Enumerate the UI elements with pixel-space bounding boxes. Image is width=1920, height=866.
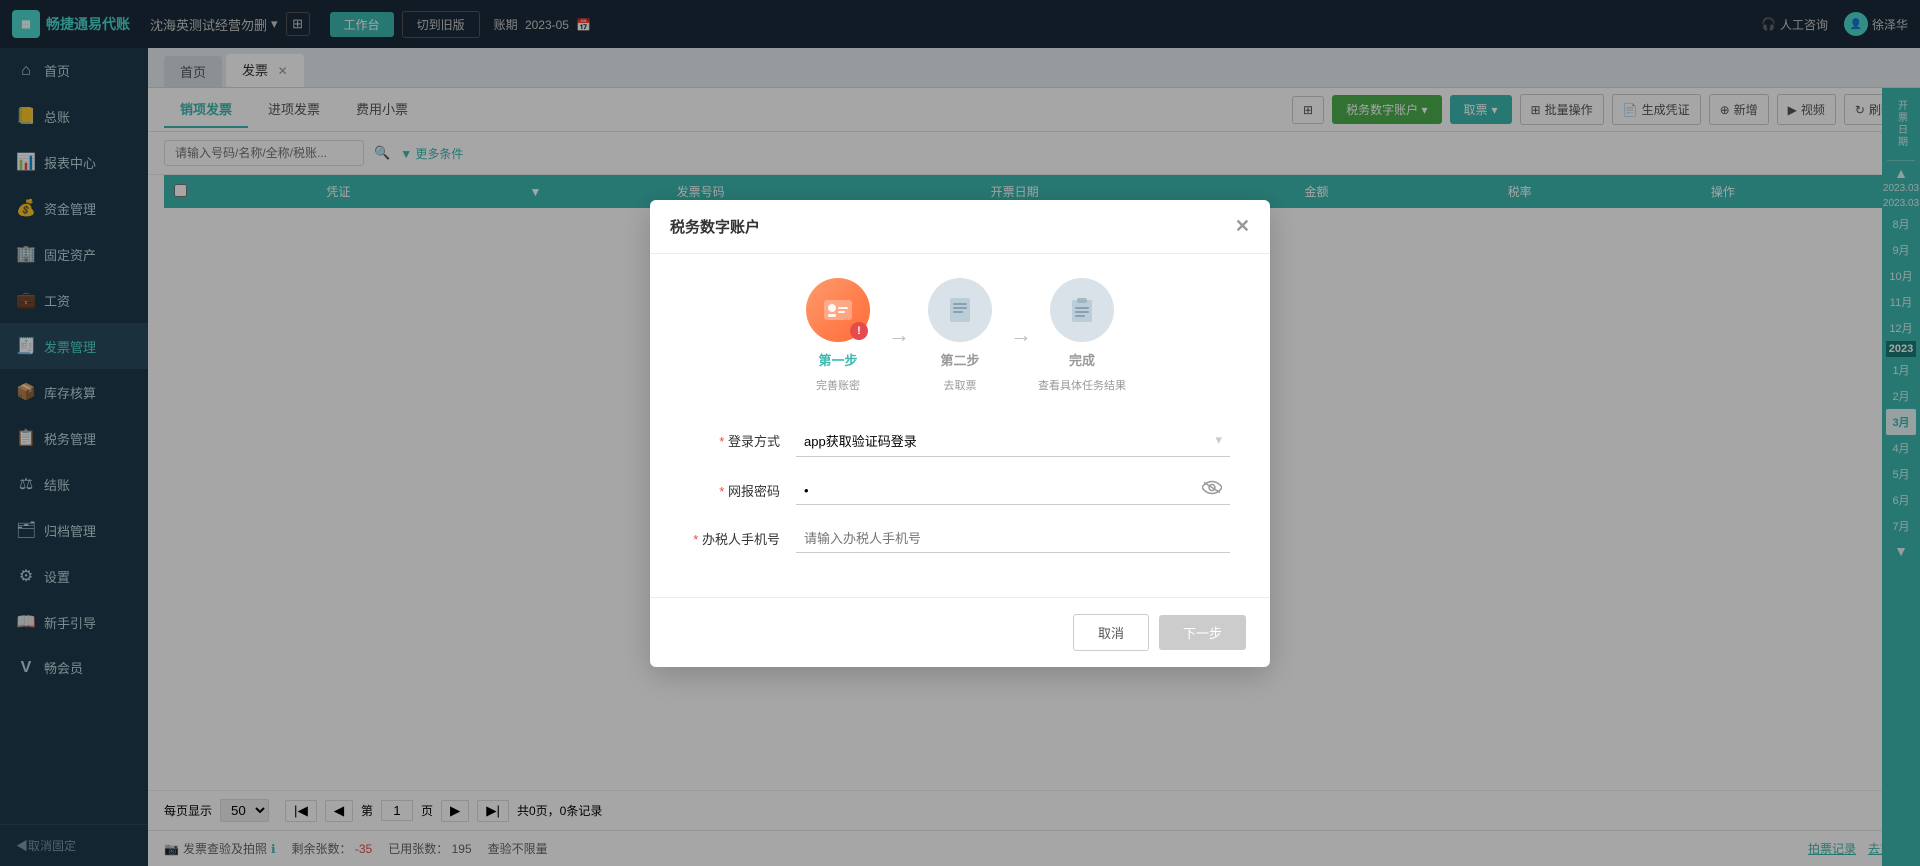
form-row-password: * 网报密码 [690, 477, 1230, 505]
steps-indicator: ! 第一步 完善账密 → [690, 278, 1230, 393]
step-3: 完成 查看具体任务结果 [1032, 278, 1132, 393]
step-3-desc: 查看具体任务结果 [1038, 377, 1126, 393]
step-2-label: 第二步 [940, 350, 979, 369]
step-1: ! 第一步 完善账密 [788, 278, 888, 393]
dialog-footer: 取消 下一步 [650, 597, 1270, 667]
form-row-login-method: * 登录方式 app获取验证码登录 ▾ [690, 425, 1230, 457]
invoice-icon [944, 294, 976, 326]
form-row-phone: * 办税人手机号 [690, 525, 1230, 553]
password-label: * 网报密码 [690, 481, 780, 500]
clipboard-icon [1066, 294, 1098, 326]
eye-icon[interactable] [1202, 481, 1222, 500]
step-2-icon [928, 278, 992, 342]
password-wrap [796, 477, 1230, 505]
step-1-badge: ! [850, 322, 868, 340]
dialog-body: ! 第一步 完善账密 → [650, 254, 1270, 597]
step-1-icon: ! [806, 278, 870, 342]
person-card-icon [822, 294, 854, 326]
chevron-down-icon: ▾ [1215, 432, 1222, 448]
login-method-select[interactable]: app获取验证码登录 ▾ [796, 425, 1230, 457]
tax-digital-dialog: 税务数字账户 ✕ ! [650, 200, 1270, 667]
dialog-title: 税务数字账户 [670, 216, 760, 237]
step-3-label: 完成 [1069, 350, 1095, 369]
step-3-icon [1050, 278, 1114, 342]
step-2-desc: 去取票 [944, 377, 977, 393]
login-method-label: * 登录方式 [690, 431, 780, 450]
cancel-button[interactable]: 取消 [1073, 614, 1149, 651]
arrow-2: → [1010, 302, 1032, 348]
password-input[interactable] [796, 477, 1230, 504]
dialog-header: 税务数字账户 ✕ [650, 200, 1270, 254]
dialog-close-button[interactable]: ✕ [1235, 217, 1250, 235]
arrow-1: → [888, 302, 910, 348]
step-1-label: 第一步 [818, 350, 857, 369]
step-2: 第二步 去取票 [910, 278, 1010, 393]
phone-label: * 办税人手机号 [690, 529, 780, 548]
step-1-desc: 完善账密 [816, 377, 860, 393]
dialog-overlay: 税务数字账户 ✕ ! [0, 0, 1920, 866]
next-button[interactable]: 下一步 [1159, 615, 1246, 650]
phone-input[interactable] [796, 525, 1230, 553]
